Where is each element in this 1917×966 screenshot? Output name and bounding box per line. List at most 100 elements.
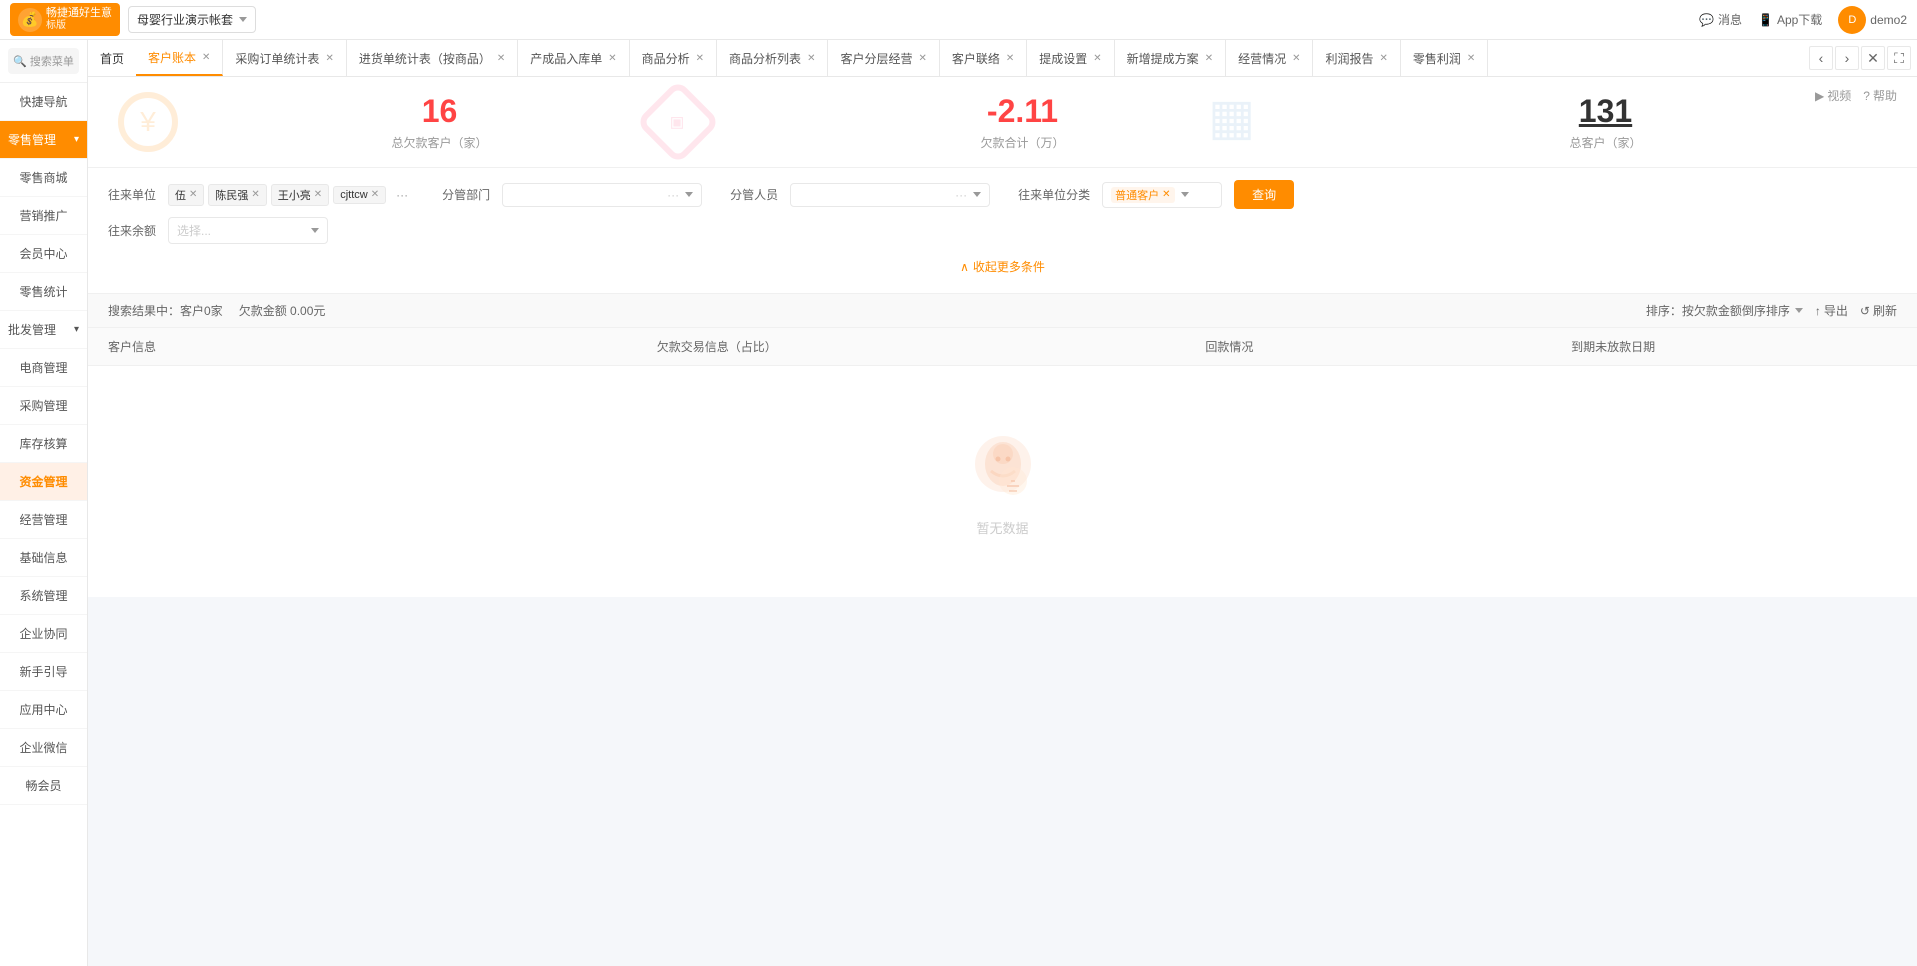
filter-dept-selector[interactable]: ··· <box>502 183 702 207</box>
filter-tag-2: 王小亮 ✕ <box>271 184 329 206</box>
filter-tag-text: 伍 <box>175 187 186 203</box>
chevron-down-icon <box>973 192 981 197</box>
tab-improve-settings[interactable]: 提成设置 ✕ <box>1027 40 1114 76</box>
industry-selector[interactable]: 母婴行业演示帐套 <box>128 6 256 33</box>
export-btn[interactable]: ↑ 导出 <box>1815 302 1848 319</box>
user-avatar[interactable]: D demo2 <box>1838 6 1907 34</box>
tab-home[interactable]: 首页 <box>88 42 136 75</box>
phone-icon: 📱 <box>1758 13 1773 27</box>
sidebar-item-quick-nav[interactable]: 快捷导航 <box>0 83 87 121</box>
tab-close-icon[interactable]: ✕ <box>1093 53 1101 64</box>
stat-icon-owed: ◈ <box>648 92 708 152</box>
tab-new-improve[interactable]: 新增提成方案 ✕ <box>1115 40 1226 76</box>
filter-row-1: 往来单位 伍 ✕ 陈民强 ✕ 王小亮 ✕ <box>108 180 1897 209</box>
sidebar-item-apps[interactable]: 应用中心 <box>0 691 87 729</box>
sidebar-item-wechat[interactable]: 企业微信 <box>0 729 87 767</box>
sidebar-item-retail-stats[interactable]: 零售统计 <box>0 273 87 311</box>
sidebar-item-corp[interactable]: 企业协同 <box>0 615 87 653</box>
filter-tag-remove[interactable]: ✕ <box>251 189 259 200</box>
tab-close-icon[interactable]: ✕ <box>1292 53 1300 64</box>
filter-collapse-btn[interactable]: ∧ 收起更多条件 <box>108 252 1897 281</box>
tab-customer-segment[interactable]: 客户分层经营 ✕ <box>828 40 939 76</box>
app-download-btn[interactable]: 📱 App下载 <box>1758 11 1822 28</box>
filter-tag-3: cjttcw ✕ <box>333 186 386 204</box>
logo-area: 💰 畅捷通好生意 标版 <box>10 3 120 36</box>
tab-close-icon[interactable]: ✕ <box>608 53 616 64</box>
play-icon: ▶ <box>1815 89 1824 103</box>
search-menu-btn[interactable]: 🔍 搜索菜单 <box>8 48 79 74</box>
filter-tag-remove[interactable]: ✕ <box>1162 189 1170 200</box>
tab-fullscreen-btn[interactable]: ⛶ <box>1887 46 1911 70</box>
filter-tag-remove[interactable]: ✕ <box>371 189 379 200</box>
tab-close-icon[interactable]: ✕ <box>696 53 704 64</box>
sort-btn[interactable]: 排序：按欠款金额倒序排序 <box>1646 302 1803 319</box>
tab-close-icon[interactable]: ✕ <box>325 53 333 64</box>
sidebar-item-member[interactable]: 会员中心 <box>0 235 87 273</box>
tab-customer-account[interactable]: 客户账本 ✕ <box>136 40 223 76</box>
tab-next-btn[interactable]: › <box>1835 46 1859 70</box>
tab-close-all-btn[interactable]: ✕ <box>1861 46 1885 70</box>
help-btn[interactable]: ? 帮助 <box>1863 87 1897 104</box>
sidebar-item-ecommerce[interactable]: 电商管理 <box>0 349 87 387</box>
tab-purchase-order-stats[interactable]: 采购订单统计表 ✕ <box>223 40 346 76</box>
tab-product-in[interactable]: 产成品入库单 ✕ <box>518 40 629 76</box>
tab-customer-contact[interactable]: 客户联络 ✕ <box>940 40 1027 76</box>
col-overdue-date: 到期未放款日期 <box>1551 328 1917 366</box>
filter-tag-0: 伍 ✕ <box>168 184 204 206</box>
sidebar-item-finance[interactable]: 资金管理 <box>0 463 87 501</box>
tab-close-icon[interactable]: ✕ <box>918 53 926 64</box>
stat-actions: ▶ 视频 ? 帮助 <box>1815 87 1897 104</box>
tab-close-icon[interactable]: ✕ <box>497 53 505 64</box>
sidebar-item-purchase[interactable]: 采购管理 <box>0 387 87 425</box>
empty-state: 暂无数据 <box>88 366 1917 597</box>
filter-balance-selector[interactable]: 选择... <box>168 217 328 244</box>
message-btn[interactable]: 💬 消息 <box>1699 11 1742 28</box>
sidebar-item-newbie[interactable]: 新手引导 <box>0 653 87 691</box>
filter-tag-remove[interactable]: ✕ <box>189 189 197 200</box>
table-container: 客户信息 欠款交易信息（占比） 回款情况 到期未放款日期 <box>88 328 1917 597</box>
sidebar-item-ops[interactable]: 经营管理 <box>0 501 87 539</box>
stat-icon-total: ▦ <box>1208 92 1278 152</box>
page-content: ¥ 16 总欠款客户（家） ◈ -2.11 欠款合计（万） ▦ <box>88 77 1917 966</box>
sidebar-item-wholesale-mgmt[interactable]: 批发管理 ▾ <box>0 311 87 349</box>
stat-value-customers: 16 <box>422 93 458 130</box>
ellipsis-icon: ··· <box>667 188 679 202</box>
avatar: D <box>1838 6 1866 34</box>
tab-goods-analysis-list[interactable]: 商品分析列表 ✕ <box>717 40 828 76</box>
filter-tag-remove[interactable]: ✕ <box>314 189 322 200</box>
sidebar-item-system[interactable]: 系统管理 <box>0 577 87 615</box>
tab-retail-profit[interactable]: 零售利润 ✕ <box>1401 40 1488 76</box>
sidebar-item-marketing[interactable]: 营销推广 <box>0 197 87 235</box>
sidebar-item-inventory[interactable]: 库存核算 <box>0 425 87 463</box>
filter-unit-class-selector[interactable]: 普通客户 ✕ <box>1102 182 1222 208</box>
tab-stock-stats[interactable]: 进货单统计表（按商品） ✕ <box>347 40 518 76</box>
table-header-row: 客户信息 欠款交易信息（占比） 回款情况 到期未放款日期 <box>88 328 1917 366</box>
tab-goods-analysis[interactable]: 商品分析 ✕ <box>630 40 717 76</box>
stat-item-total: 131 总客户（家） <box>1314 93 1897 151</box>
search-icon: 🔍 <box>13 55 27 68</box>
sidebar-item-retail-mall[interactable]: 零售商城 <box>0 159 87 197</box>
tab-close-icon[interactable]: ✕ <box>202 52 210 63</box>
sidebar-item-retail-mgmt[interactable]: 零售管理 ▾ <box>0 121 87 159</box>
tab-close-icon[interactable]: ✕ <box>1380 53 1388 64</box>
tab-close-icon[interactable]: ✕ <box>1205 53 1213 64</box>
tab-close-icon[interactable]: ✕ <box>1467 53 1475 64</box>
sidebar-item-vip[interactable]: 畅会员 <box>0 767 87 805</box>
tab-profit-report[interactable]: 利润报告 ✕ <box>1313 40 1400 76</box>
col-owed-tx: 欠款交易信息（占比） <box>637 328 1186 366</box>
stat-icon-currency: ¥ <box>118 92 178 152</box>
video-btn[interactable]: ▶ 视频 <box>1815 87 1851 104</box>
filter-person-selector[interactable]: ··· <box>790 183 990 207</box>
tab-prev-btn[interactable]: ‹ <box>1809 46 1833 70</box>
sidebar: 🔍 搜索菜单 快捷导航 零售管理 ▾ 零售商城 营销推广 会员中心 零售统计 批… <box>0 40 88 966</box>
tab-ops-situation[interactable]: 经营情况 ✕ <box>1226 40 1313 76</box>
chevron-down-icon <box>311 228 319 233</box>
filter-tag-1: 陈民强 ✕ <box>208 184 266 206</box>
query-btn[interactable]: 查询 <box>1234 180 1294 209</box>
tab-close-icon[interactable]: ✕ <box>1006 53 1014 64</box>
filter-more-btn[interactable]: ··· <box>390 186 414 204</box>
refresh-btn[interactable]: ↺ 刷新 <box>1860 302 1897 319</box>
logo-text: 畅捷通好生意 标版 <box>46 7 112 32</box>
tab-close-icon[interactable]: ✕ <box>807 53 815 64</box>
sidebar-item-basic[interactable]: 基础信息 <box>0 539 87 577</box>
